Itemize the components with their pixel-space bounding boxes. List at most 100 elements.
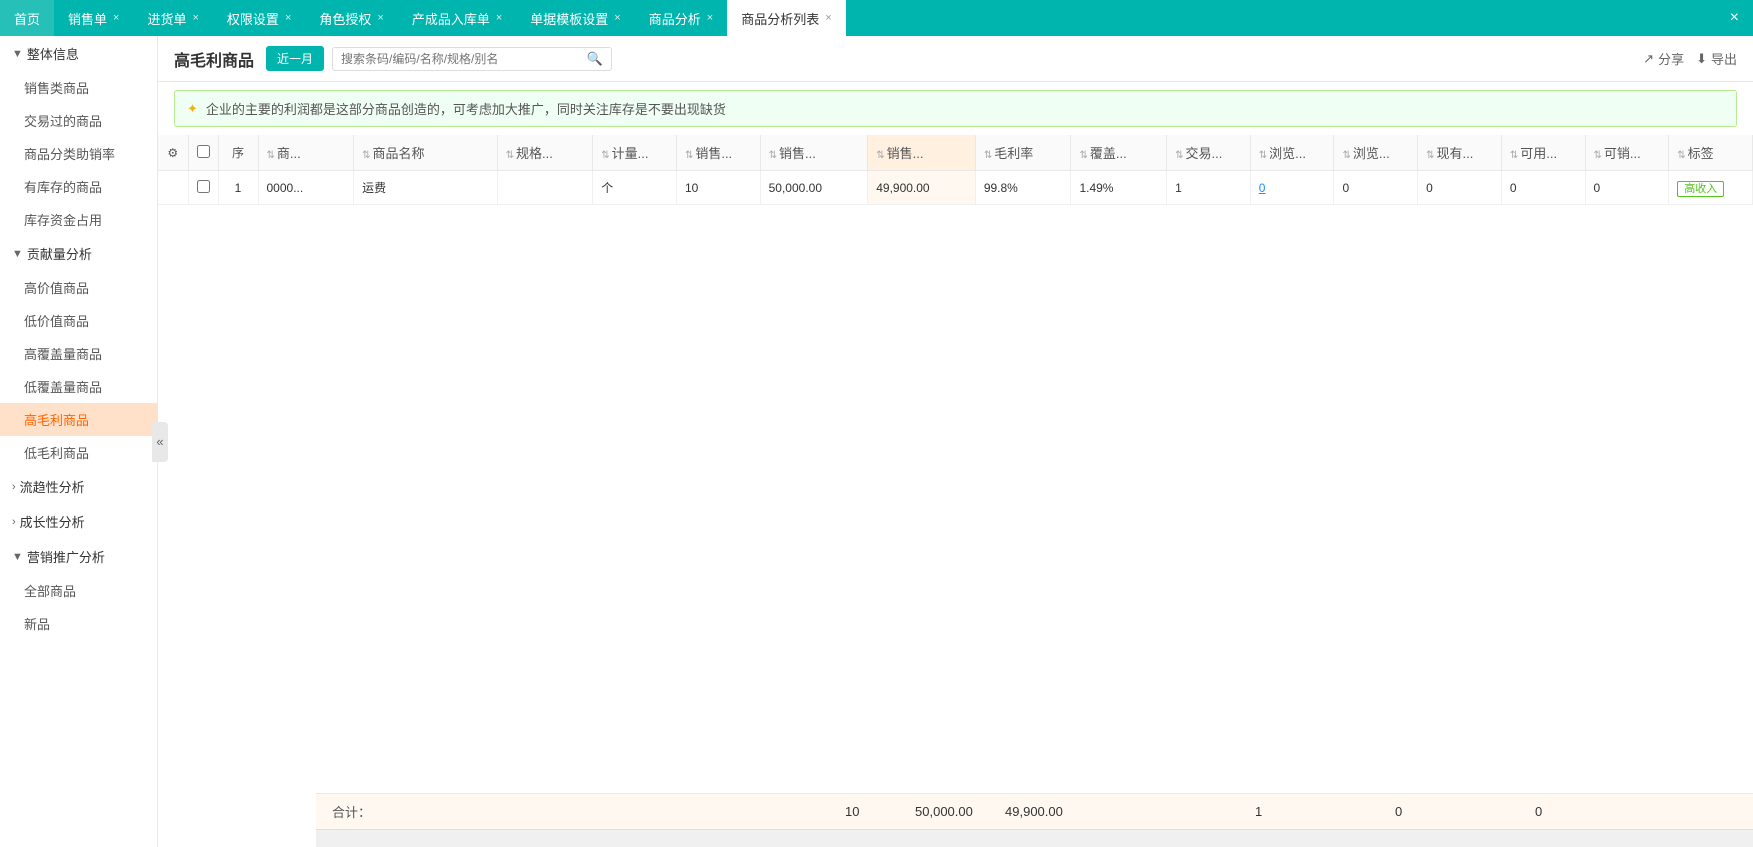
th-gross-margin[interactable]: ⇅毛利率 (975, 135, 1071, 171)
sidebar-group-flow[interactable]: › 流趋性分析 (0, 469, 157, 504)
footer-sales-amount: 50,000.00 (907, 804, 997, 819)
horizontal-scrollbar[interactable] (316, 829, 1753, 847)
topbar: 首页 销售单 × 进货单 × 权限设置 × 角色授权 × 产成品入库单 × 单据… (0, 0, 1753, 36)
row-available-stock: 0 (1501, 171, 1585, 205)
close-sales-tab[interactable]: × (113, 12, 119, 24)
sidebar-item-high-coverage[interactable]: 高覆盖量商品 (0, 337, 157, 370)
close-role-tab[interactable]: × (377, 12, 383, 24)
topbar-item-analysis[interactable]: 商品分析 × (635, 0, 727, 36)
row-tag: 高收入 (1669, 171, 1753, 205)
footer-sales-profit: 49,900.00 (997, 804, 1087, 819)
share-btn[interactable]: ↗ 分享 (1643, 49, 1684, 68)
row-checkbox[interactable] (188, 171, 218, 205)
th-code[interactable]: ⇅商... (258, 135, 354, 171)
footer-cells: 10 50,000.00 49,900.00 1 0 0 (387, 804, 1753, 819)
sidebar-item-low-margin[interactable]: 低毛利商品 (0, 436, 157, 469)
sidebar-item-low-value[interactable]: 低价值商品 (0, 304, 157, 337)
sidebar-item-all-goods[interactable]: 全部商品 (0, 574, 157, 607)
th-gear[interactable]: ⚙ (158, 135, 188, 171)
sidebar: ▼ 整体信息 销售类商品 交易过的商品 商品分类助销率 有库存的商品 库存资金占… (0, 36, 158, 847)
topbar-item-role[interactable]: 角色授权 × (305, 0, 397, 36)
row-code: 0000... (258, 171, 354, 205)
sidebar-item-category-rate[interactable]: 商品分类助销率 (0, 137, 157, 170)
sidebar-item-new-goods[interactable]: 新品 (0, 607, 157, 640)
content-header: 高毛利商品 近一月 🔍 ↗ 分享 ⬇ 导出 (158, 36, 1753, 82)
page-title: 高毛利商品 (174, 47, 254, 71)
row-name: 运费 (354, 171, 497, 205)
sidebar-group-contribution[interactable]: ▼ 贡献量分析 (0, 236, 157, 271)
close-purchase-tab[interactable]: × (192, 12, 198, 24)
sidebar-group-marketing[interactable]: ▼ 营销推广分析 (0, 539, 157, 574)
row-browse1[interactable]: 0 (1250, 171, 1334, 205)
th-spec[interactable]: ⇅规格... (497, 135, 593, 171)
table-row[interactable]: 1 0000... 运费 个 10 50,000.00 49,900.00 99… (158, 171, 1753, 205)
sidebar-item-inventory-capital[interactable]: 库存资金占用 (0, 203, 157, 236)
row-spec (497, 171, 593, 205)
close-analysis-tab[interactable]: × (707, 12, 713, 24)
sidebar-collapse-btn[interactable]: « (152, 422, 168, 462)
footer-sales-qty: 10 (837, 804, 907, 819)
topbar-item-inbound[interactable]: 产成品入库单 × (398, 0, 516, 36)
th-name[interactable]: ⇅商品名称 (354, 135, 497, 171)
info-banner: ✦ 企业的主要的利润都是这部分商品创造的，可考虑加大推广，同时关注库存是不要出现… (174, 90, 1737, 127)
topbar-item-sales[interactable]: 销售单 × (54, 0, 133, 36)
table-header-row: ⚙ 序 ⇅商... ⇅商品名称 ⇅规格... ⇅计量... ⇅销售... ⇅销售… (158, 135, 1753, 171)
table-body: 1 0000... 运费 个 10 50,000.00 49,900.00 99… (158, 171, 1753, 205)
close-template-tab[interactable]: × (614, 12, 620, 24)
close-inbound-tab[interactable]: × (496, 12, 502, 24)
th-current-stock[interactable]: ⇅现有... (1418, 135, 1502, 171)
sidebar-item-stocked-goods[interactable]: 有库存的商品 (0, 170, 157, 203)
close-permission-tab[interactable]: × (285, 12, 291, 24)
share-icon: ↗ (1643, 51, 1654, 67)
sidebar-item-low-coverage[interactable]: 低覆盖量商品 (0, 370, 157, 403)
th-saleable-stock[interactable]: ⇅可销... (1585, 135, 1669, 171)
footer-row: 合计： 10 50,000.00 49,900.00 1 0 0 (316, 793, 1753, 829)
topbar-item-home[interactable]: 首页 (0, 0, 54, 36)
sidebar-group-growth[interactable]: › 成长性分析 (0, 504, 157, 539)
close-analysis-list-tab[interactable]: × (825, 12, 831, 24)
scrollbar-inner (316, 830, 1753, 831)
sidebar-item-sales-goods[interactable]: 销售类商品 (0, 71, 157, 104)
row-gear (158, 171, 188, 205)
main-container: ▼ 整体信息 销售类商品 交易过的商品 商品分类助销率 有库存的商品 库存资金占… (0, 36, 1753, 847)
th-tag[interactable]: ⇅标签 (1669, 135, 1753, 171)
th-browse2[interactable]: ⇅浏览... (1334, 135, 1418, 171)
topbar-close-all[interactable]: × (1716, 9, 1753, 27)
th-transaction[interactable]: ⇅交易... (1167, 135, 1251, 171)
row-sales-amount: 50,000.00 (760, 171, 868, 205)
sidebar-group-overall[interactable]: ▼ 整体信息 (0, 36, 157, 71)
export-btn[interactable]: ⬇ 导出 (1696, 49, 1737, 68)
footer-transaction: 1 (1247, 804, 1317, 819)
row-unit: 个 (593, 171, 677, 205)
data-table: ⚙ 序 ⇅商... ⇅商品名称 ⇅规格... ⇅计量... ⇅销售... ⇅销售… (158, 135, 1753, 205)
row-current-stock: 0 (1418, 171, 1502, 205)
search-icon[interactable]: 🔍 (587, 51, 603, 67)
arrow-overall: ▼ (12, 48, 23, 60)
sidebar-item-traded-goods[interactable]: 交易过的商品 (0, 104, 157, 137)
topbar-item-template[interactable]: 单据模板设置 × (516, 0, 634, 36)
search-input[interactable] (341, 52, 587, 66)
footer-label: 合计： (316, 802, 387, 821)
th-available-stock[interactable]: ⇅可用... (1501, 135, 1585, 171)
th-sales-profit[interactable]: ⇅销售... (868, 135, 976, 171)
arrow-contribution: ▼ (12, 248, 23, 260)
sidebar-item-high-value[interactable]: 高价值商品 (0, 271, 157, 304)
th-checkbox[interactable] (188, 135, 218, 171)
row-transaction: 1 (1167, 171, 1251, 205)
sidebar-item-high-margin[interactable]: 高毛利商品 (0, 403, 157, 436)
arrow-marketing: ▼ (12, 551, 23, 563)
filter-recent-month-btn[interactable]: 近一月 (266, 46, 324, 71)
topbar-item-permission[interactable]: 权限设置 × (213, 0, 305, 36)
th-unit[interactable]: ⇅计量... (593, 135, 677, 171)
th-coverage[interactable]: ⇅覆盖... (1071, 135, 1167, 171)
topbar-item-analysis-list[interactable]: 商品分析列表 × (727, 0, 845, 36)
th-sales-qty[interactable]: ⇅销售... (676, 135, 760, 171)
th-sales-amount[interactable]: ⇅销售... (760, 135, 868, 171)
select-all-checkbox[interactable] (197, 145, 210, 158)
search-box: 🔍 (332, 47, 612, 71)
arrow-flow: › (12, 481, 16, 493)
topbar-item-purchase[interactable]: 进货单 × (133, 0, 212, 36)
th-browse1[interactable]: ⇅浏览... (1250, 135, 1334, 171)
arrow-growth: › (12, 516, 16, 528)
footer-available: 0 (1527, 804, 1597, 819)
